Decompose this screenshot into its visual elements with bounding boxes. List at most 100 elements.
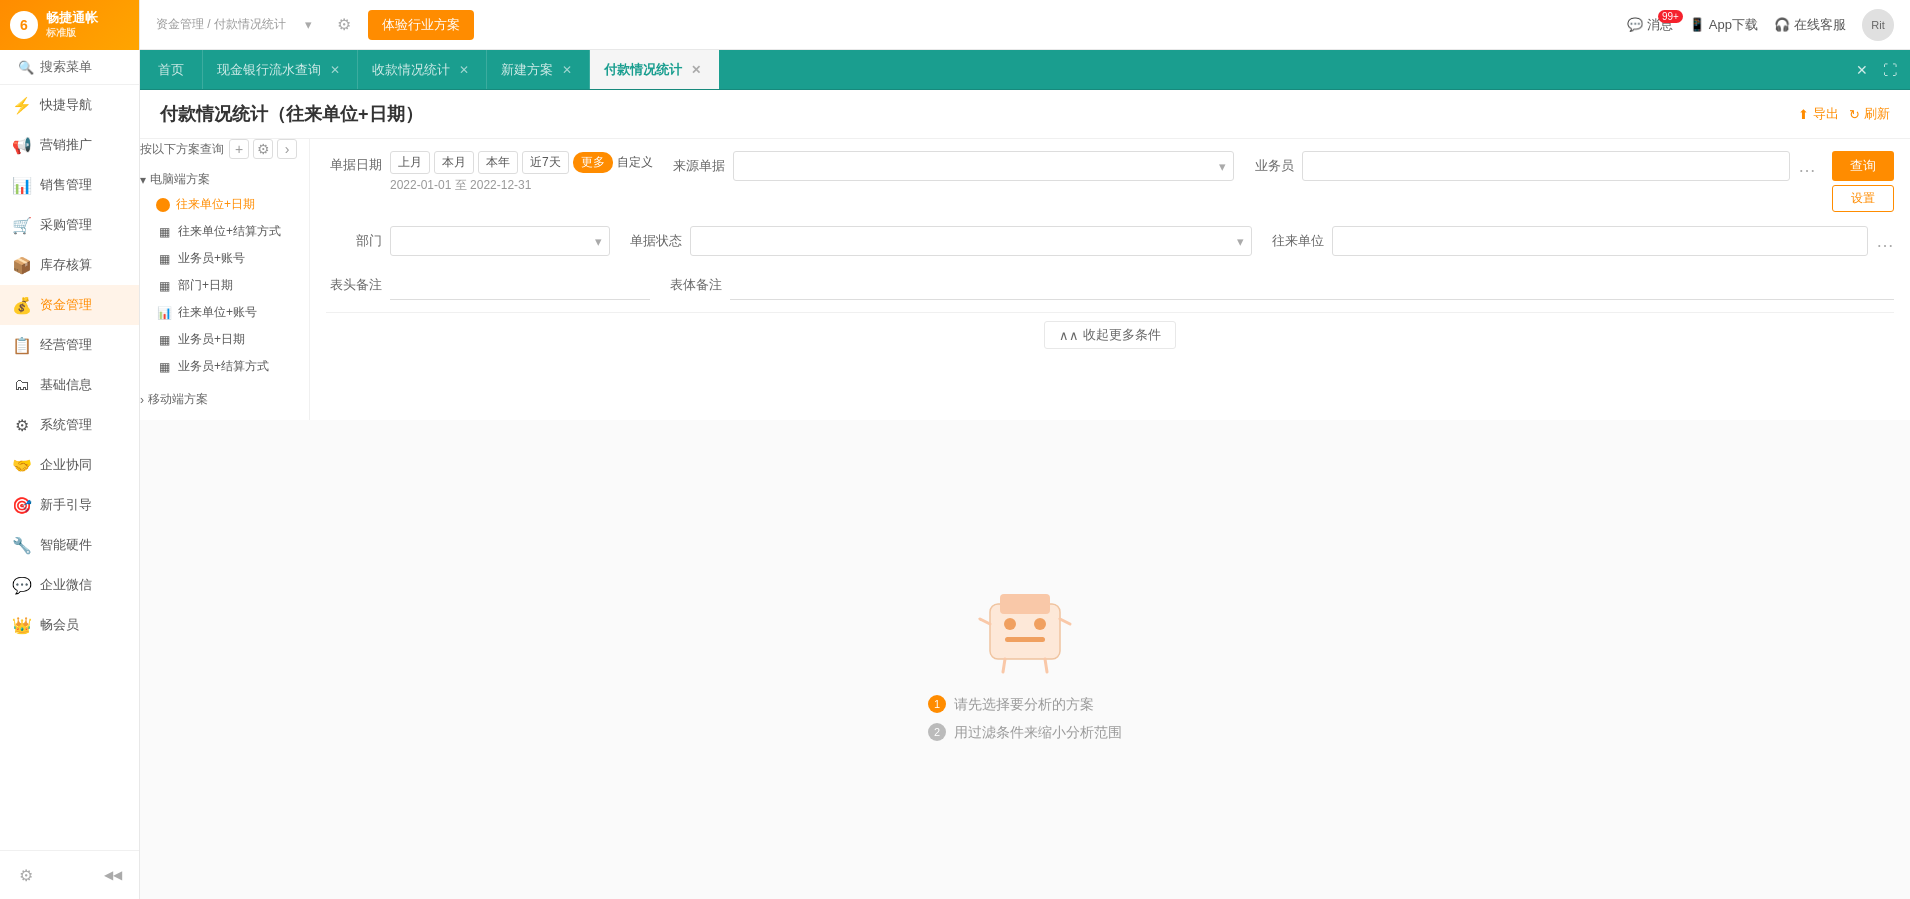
tab-bank-flow[interactable]: 现金银行流水查询 ✕	[203, 50, 358, 89]
partner-label: 往来单位	[1268, 232, 1324, 250]
partner-input[interactable]	[1332, 226, 1868, 256]
body-note-label: 表体备注	[666, 276, 722, 294]
app-download-button[interactable]: 📱 App下载	[1689, 16, 1758, 34]
sidebar-item-operations[interactable]: 📋 经营管理	[0, 325, 139, 365]
maximize-button[interactable]: ⛶	[1878, 58, 1902, 82]
sidebar-item-quick-nav[interactable]: ⚡ 快捷导航	[0, 85, 139, 125]
sidebar-footer: ⚙ ◀◀	[0, 850, 139, 899]
scheme-collapse-button[interactable]: ›	[277, 139, 297, 159]
sidebar-item-enterprise[interactable]: 🤝 企业协同	[0, 445, 139, 485]
step-2-number: 2	[928, 723, 946, 741]
date-more-button[interactable]: 更多	[573, 152, 613, 173]
scheme-item-partner-account[interactable]: 📊 往来单位+账号	[150, 300, 297, 325]
form-field-salesman: 业务员 …	[1250, 151, 1816, 181]
collapse-icon: ◀◀	[104, 868, 122, 882]
empty-robot-icon	[965, 574, 1085, 674]
sidebar-item-guide[interactable]: 🎯 新手引导	[0, 485, 139, 525]
scheme-item-partner-date[interactable]: 往来单位+日期	[150, 192, 297, 217]
refresh-button[interactable]: ↻ 刷新	[1849, 105, 1890, 123]
tab-payment-stats-close[interactable]: ✕	[688, 62, 704, 78]
scheme-item-staff-account[interactable]: ▦ 业务员+账号	[150, 246, 297, 271]
sidebar-item-marketing[interactable]: 📢 营销推广	[0, 125, 139, 165]
tab-bank-flow-close[interactable]: ✕	[327, 62, 343, 78]
table-icon-3: ▦	[156, 278, 172, 294]
form-action-buttons: 查询 设置	[1832, 151, 1894, 212]
online-service-button[interactable]: 🎧 在线客服	[1774, 16, 1846, 34]
scheme-item-dept-date[interactable]: ▦ 部门+日期	[150, 273, 297, 298]
scheme-group-desktop-title[interactable]: ▾ 电脑端方案	[140, 167, 297, 192]
tab-bar: 首页 现金银行流水查询 ✕ 收款情况统计 ✕ 新建方案 ✕ 付款情况统计 ✕ ✕…	[140, 50, 1910, 90]
sidebar: 6 畅捷通帐 标准版 🔍 搜索菜单 ⚡ 快捷导航 📢 营销推广 📊 销售管理 🛒…	[0, 0, 140, 899]
collapse-more-button[interactable]: ∧∧ 收起更多条件	[1044, 321, 1176, 349]
tab-payment-stats[interactable]: 付款情况统计 ✕	[590, 50, 719, 89]
breadcrumb: 资金管理 / 付款情况统计	[156, 16, 286, 33]
sidebar-item-system[interactable]: ⚙ 系统管理	[0, 405, 139, 445]
dept-select-wrapper: ▾	[390, 226, 610, 256]
sidebar-item-purchase[interactable]: 🛒 采购管理	[0, 205, 139, 245]
form-field-source: 来源单据 ▾	[669, 151, 1235, 181]
source-select[interactable]	[733, 151, 1235, 181]
scheme-group-mobile: › 移动端方案	[140, 387, 297, 412]
export-icon: ⬆	[1798, 107, 1809, 122]
sidebar-collapse-button[interactable]: ◀◀	[99, 861, 127, 889]
date-7days-button[interactable]: 近7天	[522, 151, 569, 174]
search-menu-item[interactable]: 🔍 搜索菜单	[0, 50, 139, 85]
close-all-tabs-button[interactable]: ✕	[1850, 58, 1874, 82]
query-button[interactable]: 查询	[1832, 151, 1894, 181]
header-left: 资金管理 / 付款情况统计 ▾ ⚙ 体验行业方案	[156, 10, 474, 40]
sidebar-item-inventory[interactable]: 📦 库存核算	[0, 245, 139, 285]
dept-select[interactable]	[390, 226, 610, 256]
date-controls: 上月 本月 本年 近7天 更多 自定义 2022-01-01 至 2022-12…	[390, 151, 653, 194]
sidebar-item-hardware[interactable]: 🔧 智能硬件	[0, 525, 139, 565]
collapse-more-area: ∧∧ 收起更多条件	[326, 312, 1894, 357]
tab-receipt-stats-close[interactable]: ✕	[456, 62, 472, 78]
scheme-group-mobile-title[interactable]: › 移动端方案	[140, 387, 297, 412]
salesman-label: 业务员	[1250, 157, 1294, 175]
scheme-settings-button[interactable]: ⚙	[253, 139, 273, 159]
body-note-input[interactable]	[730, 270, 1894, 300]
date-label: 单据日期	[326, 151, 382, 179]
scheme-group-desktop: ▾ 电脑端方案 往来单位+日期 ▦ 往来单位+结算方式 ▦	[140, 167, 297, 379]
tab-new-plan[interactable]: 新建方案 ✕	[487, 50, 590, 89]
form-field-body-note: 表体备注	[666, 270, 1894, 300]
sidebar-item-base-info[interactable]: 🗂 基础信息	[0, 365, 139, 405]
export-button[interactable]: ⬆ 导出	[1798, 105, 1839, 123]
scheme-item-partner-settle[interactable]: ▦ 往来单位+结算方式	[150, 219, 297, 244]
active-scheme-icon	[156, 198, 170, 212]
trial-button[interactable]: 体验行业方案	[368, 10, 474, 40]
salesman-more-button[interactable]: …	[1798, 156, 1816, 177]
add-scheme-button[interactable]: +	[229, 139, 249, 159]
page-title: 付款情况统计（往来单位+日期）	[160, 102, 423, 126]
sidebar-item-vip[interactable]: 👑 畅会员	[0, 605, 139, 645]
tab-home[interactable]: 首页	[140, 50, 203, 89]
date-custom-button[interactable]: 自定义	[617, 154, 653, 171]
breadcrumb-dropdown[interactable]: ▾	[296, 13, 320, 37]
scheme-item-staff-date[interactable]: ▦ 业务员+日期	[150, 327, 297, 352]
form-field-partner: 往来单位 …	[1268, 226, 1894, 256]
download-icon: 📱	[1689, 17, 1705, 32]
sidebar-item-wechat[interactable]: 💬 企业微信	[0, 565, 139, 605]
scheme-item-staff-settle[interactable]: ▦ 业务员+结算方式	[150, 354, 297, 379]
salesman-input[interactable]	[1302, 151, 1790, 181]
filter-section: 按以下方案查询 + ⚙ › ▾ 电脑端方案	[140, 139, 1910, 420]
sidebar-item-sales[interactable]: 📊 销售管理	[0, 165, 139, 205]
sidebar-item-capital[interactable]: 💰 资金管理	[0, 285, 139, 325]
doc-status-select[interactable]	[690, 226, 1252, 256]
empty-steps: 1 请先选择要分析的方案 2 用过滤条件来缩小分析范围	[928, 690, 1122, 746]
message-button[interactable]: 💬 消息 99+	[1627, 16, 1673, 34]
settings-small-button[interactable]: 设置	[1832, 185, 1894, 212]
tab-receipt-stats[interactable]: 收款情况统计 ✕	[358, 50, 487, 89]
date-this-month-button[interactable]: 本月	[434, 151, 474, 174]
date-this-year-button[interactable]: 本年	[478, 151, 518, 174]
date-last-month-button[interactable]: 上月	[390, 151, 430, 174]
header-settings-button[interactable]: ⚙	[330, 11, 358, 39]
tab-new-plan-close[interactable]: ✕	[559, 62, 575, 78]
scheme-panel: 按以下方案查询 + ⚙ › ▾ 电脑端方案	[140, 139, 310, 420]
partner-more-button[interactable]: …	[1876, 231, 1894, 252]
sidebar-settings-button[interactable]: ⚙	[12, 861, 40, 889]
avatar[interactable]: Rit	[1862, 9, 1894, 41]
svg-line-5	[980, 619, 990, 624]
empty-step-1: 1 请先选择要分析的方案	[928, 690, 1122, 718]
header-note-input[interactable]	[390, 270, 650, 300]
scheme-list-desktop: 往来单位+日期 ▦ 往来单位+结算方式 ▦ 业务员+账号 ▦ 部门+日期	[140, 192, 297, 379]
